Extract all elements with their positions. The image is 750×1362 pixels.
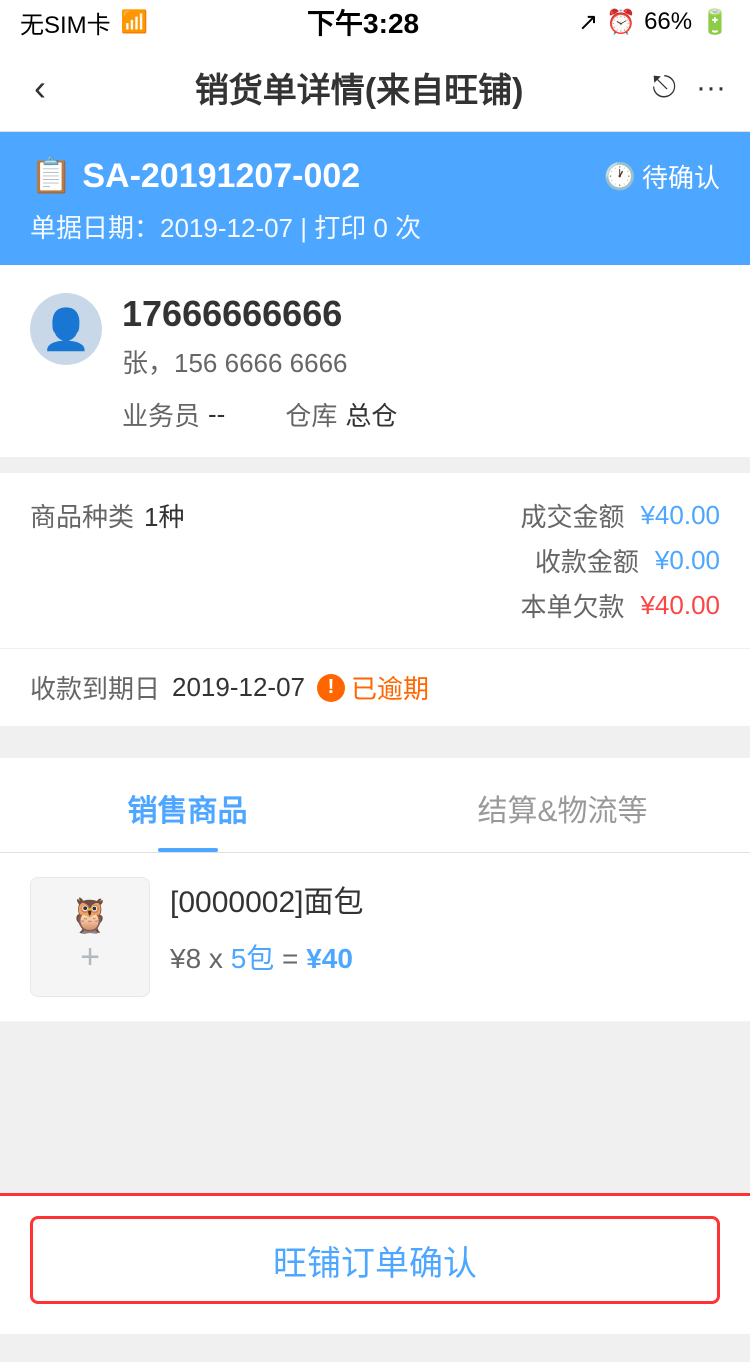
amount-label-2: 本单欠款 (520, 587, 624, 624)
divider-1 (0, 457, 750, 473)
order-id-text: SA-20191207-002 (82, 157, 360, 196)
tab-sales-label: 销售商品 (128, 795, 248, 828)
due-section: 收款到期日 2019-12-07 ! 已逾期 (0, 648, 750, 726)
sales-rep-item: 业务员 -- (122, 396, 225, 433)
tab-settlement-label: 结算&物流等 (477, 795, 647, 828)
battery-label: 66% (644, 8, 692, 36)
order-id: 📋 SA-20191207-002 (30, 156, 360, 196)
product-price: ¥8 x 5包 = ¥40 (170, 937, 720, 977)
warehouse-item: 仓库 总仓 (285, 396, 397, 433)
price-total: ¥40 (306, 943, 353, 974)
order-status-text: 待确认 (642, 158, 720, 195)
divider-2 (0, 726, 750, 742)
order-icon: 📋 (30, 156, 72, 196)
product-list: 🦉+ [0000002]面包 ¥8 x 5包 = ¥40 (0, 853, 750, 1022)
product-details: [0000002]面包 ¥8 x 5包 = ¥40 (170, 877, 720, 977)
price-base: ¥8 x (170, 943, 231, 974)
sales-rep-label: 业务员 (122, 396, 200, 433)
status-right: ↗ ⏰ 66% 🔋 (578, 8, 730, 37)
overdue-icon: ! (317, 674, 345, 702)
avatar-icon: 👤 (41, 306, 91, 353)
product-types-item: 商品种类 1种 (30, 497, 184, 534)
carrier-label: 无SIM卡 (20, 5, 111, 40)
order-status-badge: 🕐 待确认 (604, 158, 720, 195)
avatar: 👤 (30, 293, 102, 365)
overdue-text: 已逾期 (351, 669, 429, 706)
product-thumbnail: 🦉+ (30, 877, 150, 997)
summary-right: 成交金额 ¥40.00 收款金额 ¥0.00 本单欠款 ¥40.00 (520, 497, 720, 624)
order-header: 📋 SA-20191207-002 🕐 待确认 单据日期：2019-12-07 … (0, 132, 750, 265)
amount-value-2: ¥40.00 (640, 590, 720, 621)
tabs-section: 销售商品 结算&物流等 🦉+ [0000002]面包 ¥8 x 5包 = ¥40 (0, 758, 750, 1022)
amount-row-2: 本单欠款 ¥40.00 (520, 587, 720, 624)
tab-sales[interactable]: 销售商品 (0, 758, 375, 852)
warehouse-label: 仓库 (285, 396, 337, 433)
alarm-icon: ⏰ (606, 8, 636, 37)
clock-icon: 🕐 (604, 161, 636, 192)
due-label: 收款到期日 (30, 669, 160, 706)
amount-row-1: 收款金额 ¥0.00 (535, 542, 720, 579)
time-display: 下午3:28 (307, 2, 419, 42)
table-row: 🦉+ [0000002]面包 ¥8 x 5包 = ¥40 (0, 853, 750, 1022)
more-button[interactable]: ··· (696, 71, 726, 105)
due-date: 2019-12-07 (172, 672, 305, 703)
product-thumbnail-icon: 🦉+ (69, 896, 111, 978)
customer-section: 👤 17666666666 张，156 6666 6666 业务员 -- 仓库 … (0, 265, 750, 457)
back-button[interactable]: ‹ (24, 57, 56, 119)
order-date: 单据日期：2019-12-07 | 打印 0 次 (30, 208, 720, 245)
amount-label-0: 成交金额 (520, 497, 624, 534)
summary-left: 商品种类 1种 (30, 497, 184, 542)
share-button[interactable]: ⎋ (652, 71, 676, 105)
summary-section: 商品种类 1种 成交金额 ¥40.00 收款金额 ¥0.00 本单欠款 ¥40.… (0, 473, 750, 648)
customer-meta: 业务员 -- 仓库 总仓 (122, 396, 720, 433)
customer-phone: 17666666666 (122, 293, 720, 335)
sales-rep-value: -- (208, 399, 225, 430)
status-bar: 无SIM卡 📶 下午3:28 ↗ ⏰ 66% 🔋 (0, 0, 750, 44)
product-name: [0000002]面包 (170, 877, 720, 921)
tab-settlement[interactable]: 结算&物流等 (375, 758, 750, 852)
amount-label-1: 收款金额 (535, 542, 639, 579)
amount-value-1: ¥0.00 (655, 545, 720, 576)
location-icon: ↗ (578, 8, 598, 37)
confirm-button-wrapper: 旺铺订单确认 (0, 1193, 750, 1334)
nav-bar: ‹ 销货单详情(来自旺铺) ⎋ ··· (0, 44, 750, 132)
page-title: 销货单详情(来自旺铺) (66, 63, 652, 112)
confirm-order-button[interactable]: 旺铺订单确认 (30, 1216, 720, 1304)
wifi-icon: 📶 (121, 9, 148, 35)
amount-value-0: ¥40.00 (640, 500, 720, 531)
battery-icon: 🔋 (700, 8, 730, 37)
status-left: 无SIM卡 📶 (20, 5, 148, 40)
customer-name: 张，156 6666 6666 (122, 343, 720, 380)
customer-info: 17666666666 张，156 6666 6666 业务员 -- 仓库 总仓 (122, 293, 720, 433)
amount-row-0: 成交金额 ¥40.00 (520, 497, 720, 534)
tabs-header: 销售商品 结算&物流等 (0, 758, 750, 853)
price-equals: = (274, 943, 306, 974)
bottom-area (0, 1022, 750, 1222)
product-types-value: 1种 (144, 497, 184, 534)
warehouse-value: 总仓 (345, 396, 397, 433)
price-quantity: 5包 (231, 943, 275, 974)
product-types-label: 商品种类 (30, 497, 134, 534)
nav-actions: ⎋ ··· (652, 71, 726, 105)
overdue-badge: ! 已逾期 (317, 669, 429, 706)
